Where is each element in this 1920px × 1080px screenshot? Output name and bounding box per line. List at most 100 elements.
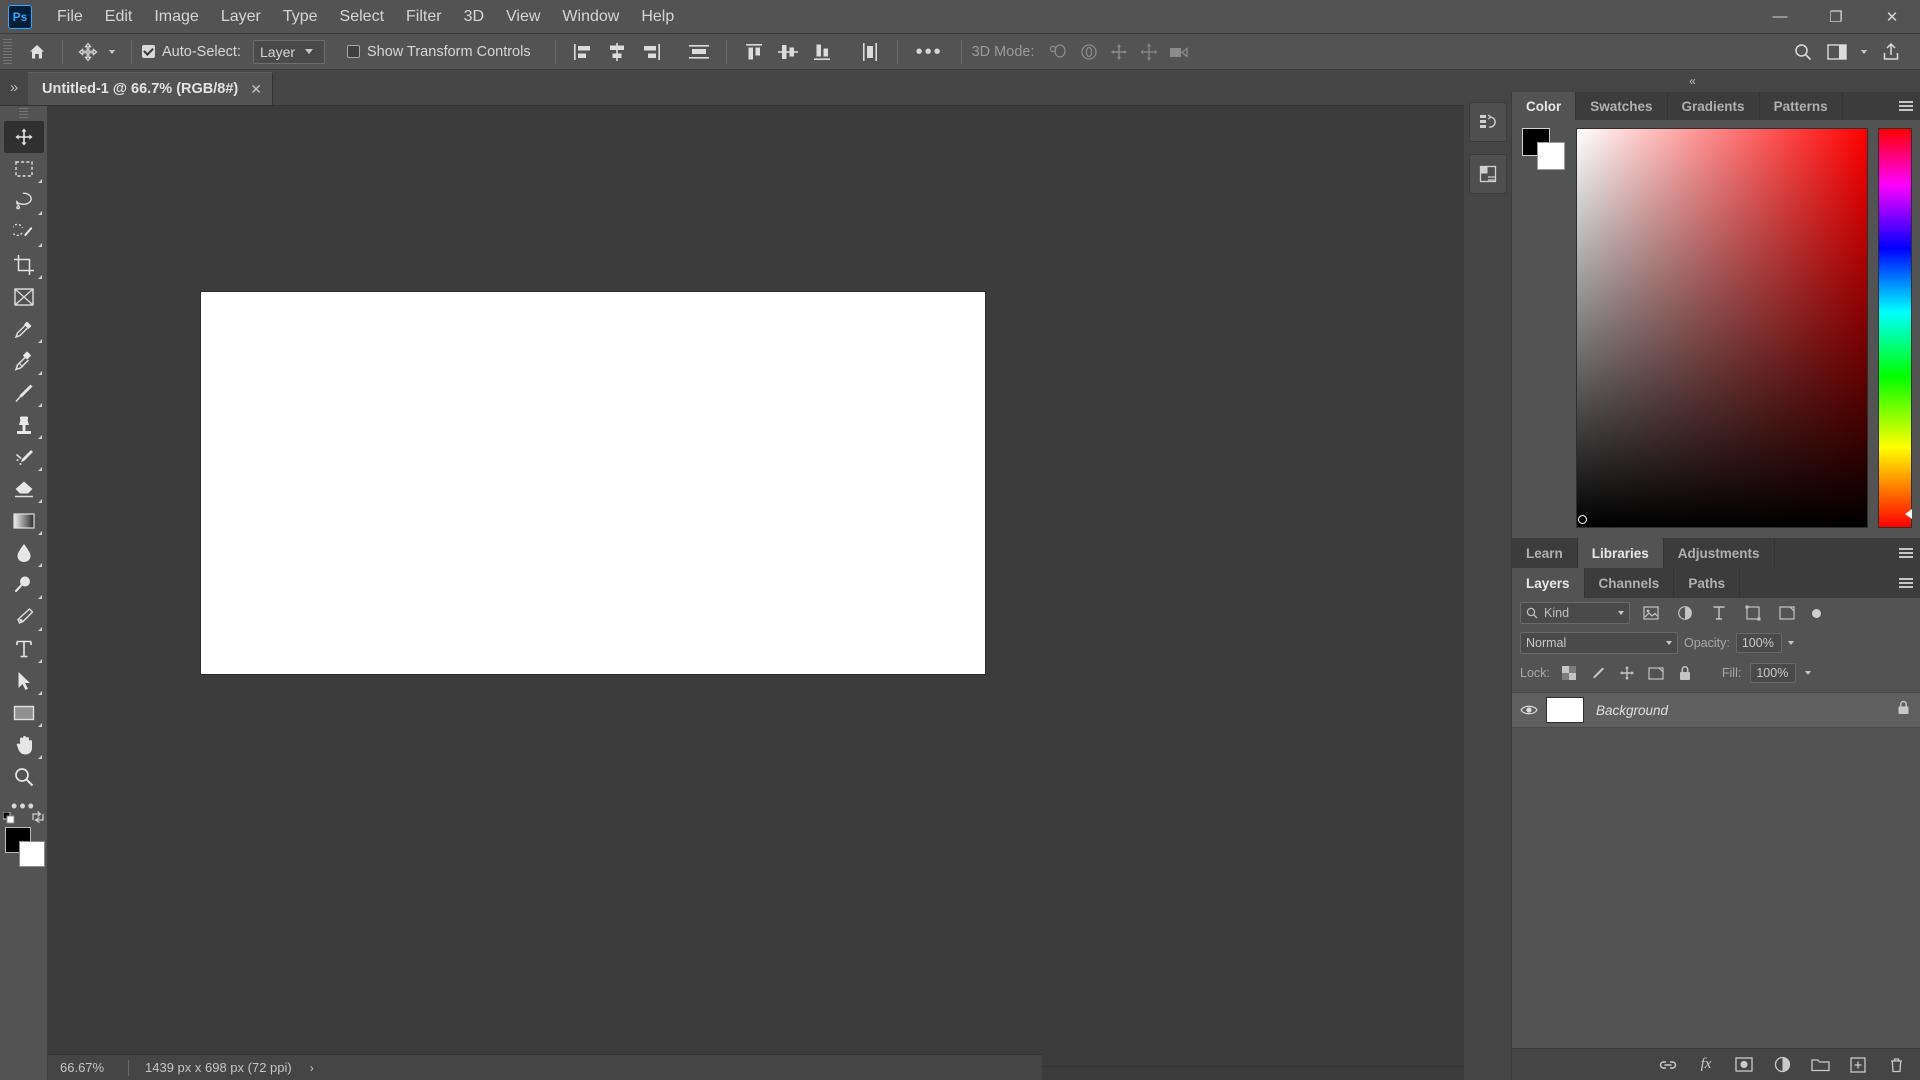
add-layer-style-icon[interactable]: fx xyxy=(1696,1055,1716,1075)
blur-tool[interactable] xyxy=(4,537,44,569)
lock-image-pixels-icon[interactable] xyxy=(1588,663,1608,683)
color-panel-menu-icon[interactable] xyxy=(1892,92,1920,120)
opacity-chevron-icon[interactable] xyxy=(1787,641,1794,645)
align-right-edges-icon[interactable] xyxy=(634,38,668,66)
object-selection-tool[interactable] xyxy=(4,217,44,249)
align-top-edges-icon[interactable] xyxy=(737,38,771,66)
search-icon[interactable] xyxy=(1788,38,1818,66)
menu-view[interactable]: View xyxy=(495,4,551,30)
filter-smart-object-icon[interactable] xyxy=(1774,602,1800,624)
layer-thumbnail[interactable] xyxy=(1546,697,1584,723)
rectangle-tool[interactable] xyxy=(4,697,44,729)
auto-select-group[interactable]: Auto-Select: xyxy=(142,44,241,60)
rotate-3d-icon[interactable] xyxy=(1044,38,1074,66)
tab-channels[interactable]: Channels xyxy=(1584,568,1675,598)
new-fill-adjustment-layer-icon[interactable] xyxy=(1772,1055,1792,1075)
slide-3d-icon[interactable] xyxy=(1134,38,1164,66)
align-bottom-edges-icon[interactable] xyxy=(805,38,839,66)
document-tab[interactable]: Untitled-1 @ 66.7% (RGB/8#) ✕ xyxy=(28,72,273,105)
filter-adjustment-icon[interactable] xyxy=(1672,602,1698,624)
table-row[interactable]: Background xyxy=(1512,692,1920,728)
workspace-icon[interactable] xyxy=(1822,38,1852,66)
move-tool[interactable] xyxy=(3,121,44,153)
layers-panel-menu-icon[interactable] xyxy=(1892,568,1920,598)
link-layers-icon[interactable] xyxy=(1658,1055,1678,1075)
layer-list[interactable]: Background xyxy=(1512,688,1920,1048)
filter-type-icon[interactable] xyxy=(1706,602,1732,624)
swap-colors-icon[interactable] xyxy=(31,811,45,826)
library-panel-icon[interactable] xyxy=(1468,154,1507,194)
align-left-edges-icon[interactable] xyxy=(566,38,600,66)
tab-paths[interactable]: Paths xyxy=(1674,568,1741,598)
pan-3d-icon[interactable] xyxy=(1104,38,1134,66)
rectangular-marquee-tool[interactable] xyxy=(4,153,44,185)
menu-filter[interactable]: Filter xyxy=(395,4,453,30)
crop-tool[interactable] xyxy=(4,249,44,281)
maximize-button[interactable]: ❐ xyxy=(1808,0,1864,34)
menu-image[interactable]: Image xyxy=(143,4,209,30)
path-selection-tool[interactable] xyxy=(4,665,44,697)
collapse-panels-icon[interactable]: « xyxy=(1464,70,1920,92)
add-layer-mask-icon[interactable] xyxy=(1734,1055,1754,1075)
eraser-tool[interactable] xyxy=(4,473,44,505)
hue-slider-handle[interactable] xyxy=(1905,509,1912,519)
lock-artboard-nesting-icon[interactable] xyxy=(1646,663,1666,683)
lock-all-icon[interactable] xyxy=(1675,663,1695,683)
hue-slider[interactable] xyxy=(1878,128,1912,528)
home-icon[interactable] xyxy=(22,38,52,66)
fill-input[interactable]: 100% xyxy=(1750,663,1797,683)
horizontal-type-tool[interactable] xyxy=(4,633,44,665)
lock-transparent-pixels-icon[interactable] xyxy=(1559,663,1579,683)
libraries-panel-menu-icon[interactable] xyxy=(1892,538,1920,568)
layer-locked-icon[interactable] xyxy=(1897,700,1910,720)
distribute-vertical-icon[interactable] xyxy=(853,38,887,66)
close-button[interactable]: ✕ xyxy=(1864,0,1920,34)
menu-window[interactable]: Window xyxy=(551,4,630,30)
menu-edit[interactable]: Edit xyxy=(94,4,144,30)
frame-tool[interactable] xyxy=(4,281,44,313)
history-brush-tool[interactable] xyxy=(4,441,44,473)
menu-3d[interactable]: 3D xyxy=(453,4,495,30)
tab-patterns[interactable]: Patterns xyxy=(1759,92,1843,120)
delete-layer-icon[interactable] xyxy=(1886,1055,1906,1075)
auto-select-checkbox[interactable] xyxy=(142,45,155,58)
align-horizontal-centers-icon[interactable] xyxy=(600,38,634,66)
distribute-horizontal-icon[interactable] xyxy=(682,38,716,66)
zoom-tool[interactable] xyxy=(4,761,44,793)
more-align-options-button[interactable]: ••• xyxy=(908,42,951,62)
tool-preset-chevron-icon[interactable] xyxy=(103,38,121,66)
menu-select[interactable]: Select xyxy=(329,4,395,30)
filter-pixel-icon[interactable] xyxy=(1638,602,1664,624)
status-expand-icon[interactable]: › xyxy=(292,1061,314,1075)
new-group-icon[interactable] xyxy=(1810,1055,1830,1075)
menu-type[interactable]: Type xyxy=(272,4,329,30)
spot-healing-brush-tool[interactable] xyxy=(4,345,44,377)
tab-swatches[interactable]: Swatches xyxy=(1576,92,1668,120)
clone-stamp-tool[interactable] xyxy=(4,409,44,441)
tab-learn[interactable]: Learn xyxy=(1512,538,1578,568)
layer-name[interactable]: Background xyxy=(1596,703,1668,718)
color-picker-field[interactable] xyxy=(1576,128,1868,528)
minimize-button[interactable]: — xyxy=(1752,0,1808,34)
scale-3d-camera-icon[interactable] xyxy=(1164,38,1194,66)
lasso-tool[interactable] xyxy=(4,185,44,217)
tab-color[interactable]: Color xyxy=(1512,92,1577,120)
hand-tool[interactable] xyxy=(4,729,44,761)
toolbar-grip[interactable] xyxy=(19,108,28,118)
share-icon[interactable] xyxy=(1876,38,1906,66)
move-tool-icon[interactable] xyxy=(73,38,103,66)
history-panel-icon[interactable] xyxy=(1468,102,1507,142)
eyedropper-tool[interactable] xyxy=(4,313,44,345)
auto-select-target-dropdown[interactable]: Layer xyxy=(253,39,325,64)
layer-visibility-icon[interactable] xyxy=(1512,703,1546,717)
menu-file[interactable]: File xyxy=(46,4,94,30)
blend-mode-dropdown[interactable]: Normal xyxy=(1520,632,1678,654)
pen-tool[interactable] xyxy=(4,601,44,633)
close-document-icon[interactable]: ✕ xyxy=(250,81,262,98)
new-layer-icon[interactable] xyxy=(1848,1055,1868,1075)
align-vertical-centers-icon[interactable] xyxy=(771,38,805,66)
tab-adjustments[interactable]: Adjustments xyxy=(1663,538,1775,568)
opacity-input[interactable]: 100% xyxy=(1735,633,1782,653)
fill-chevron-icon[interactable] xyxy=(1805,671,1812,675)
menu-help[interactable]: Help xyxy=(630,4,685,30)
